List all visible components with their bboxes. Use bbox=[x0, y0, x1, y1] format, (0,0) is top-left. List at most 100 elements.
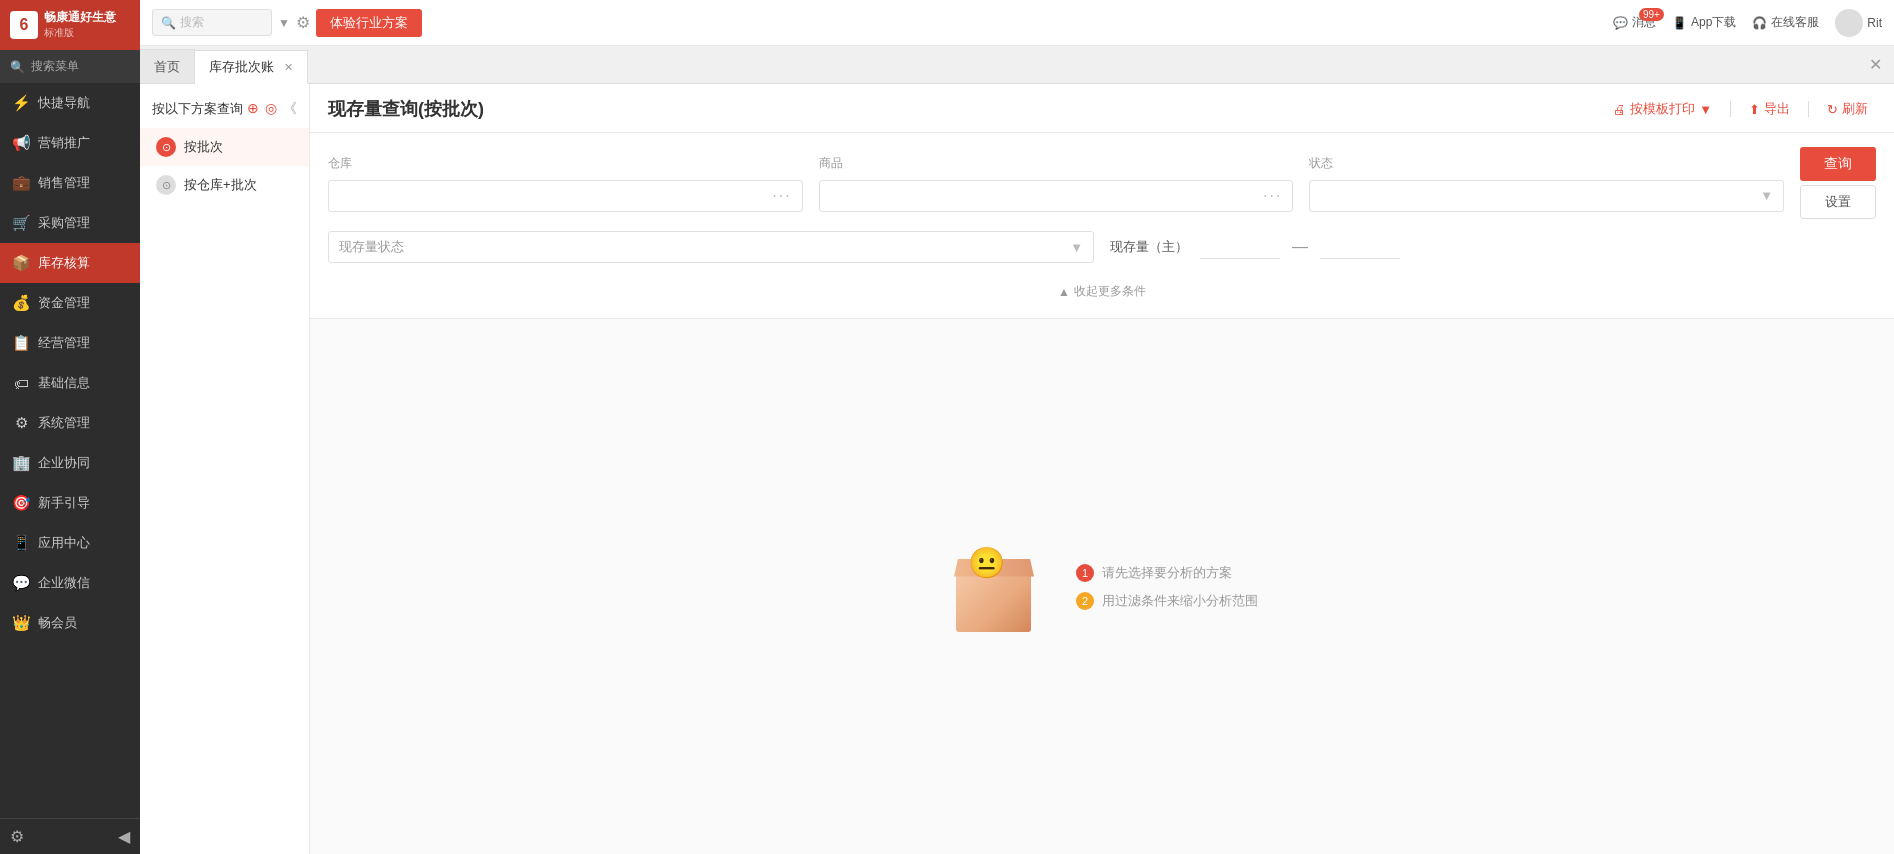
sidebar-item-marketing[interactable]: 📢 营销推广 bbox=[0, 123, 140, 163]
tab-batch-account[interactable]: 库存批次账 ✕ bbox=[195, 50, 308, 84]
plan-item-by-warehouse-batch[interactable]: ⊙ 按仓库+批次 bbox=[140, 166, 309, 204]
collapse-sidebar-icon[interactable]: ◀ bbox=[118, 827, 130, 846]
enterprise-wechat-icon: 💬 bbox=[12, 574, 30, 592]
export-icon: ⬆ bbox=[1749, 102, 1760, 117]
filter-area: 仓库 ··· 商品 ··· 状态 bbox=[310, 133, 1894, 319]
main-area: 🔍 搜索 ▼ ⚙ 体验行业方案 💬 消息 99+ 📱 App下载 🎧 在线客服 bbox=[140, 0, 1894, 854]
empty-hints: 1 请先选择要分析的方案 2 用过滤条件来缩小分析范围 bbox=[1076, 564, 1258, 610]
tab-batch-account-label: 库存批次账 bbox=[209, 58, 274, 76]
filter-row-1: 仓库 ··· 商品 ··· 状态 bbox=[328, 147, 1876, 219]
collapse-up-icon: ▲ bbox=[1058, 285, 1070, 299]
status-select[interactable]: ▼ bbox=[1309, 180, 1784, 212]
sidebar-item-label: 基础信息 bbox=[38, 374, 90, 392]
refresh-btn[interactable]: ↻ 刷新 bbox=[1819, 96, 1876, 122]
empty-hint-2: 2 用过滤条件来缩小分析范围 bbox=[1076, 592, 1258, 610]
sidebar-item-quick-nav[interactable]: ⚡ 快捷导航 bbox=[0, 83, 140, 123]
sidebar-item-operations[interactable]: 📋 经营管理 bbox=[0, 323, 140, 363]
print-template-btn[interactable]: 🖨 按模板打印 ▼ bbox=[1605, 96, 1720, 122]
product-input[interactable]: ··· bbox=[819, 180, 1294, 212]
filter-row-2: 现存量状态 ▼ 现存量（主） — bbox=[328, 231, 1876, 263]
action-divider-2 bbox=[1808, 101, 1809, 117]
sidebar-item-members[interactable]: 👑 畅会员 bbox=[0, 603, 140, 643]
messages-btn[interactable]: 💬 消息 99+ bbox=[1613, 14, 1656, 31]
inventory-qty-max-input[interactable] bbox=[1320, 235, 1400, 259]
warehouse-input[interactable]: ··· bbox=[328, 180, 803, 212]
sidebar: 6 畅康通好生意 标准版 🔍 搜索菜单 ⚡ 快捷导航 📢 营销推广 💼 销售管理… bbox=[0, 0, 140, 854]
system-icon: ⚙ bbox=[12, 414, 30, 432]
sidebar-item-enterprise[interactable]: 🏢 企业协同 bbox=[0, 443, 140, 483]
sidebar-search-label: 搜索菜单 bbox=[31, 58, 79, 75]
username: Rit bbox=[1867, 16, 1882, 30]
print-dropdown-icon: ▼ bbox=[1699, 102, 1712, 117]
topbar-left: 🔍 搜索 ▼ ⚙ 体验行业方案 bbox=[152, 9, 1605, 37]
sidebar-footer: ⚙ ◀ bbox=[0, 818, 140, 854]
sidebar-item-enterprise-wechat[interactable]: 💬 企业微信 bbox=[0, 563, 140, 603]
inventory-status-select[interactable]: 现存量状态 ▼ bbox=[328, 231, 1094, 263]
settings-footer-icon[interactable]: ⚙ bbox=[10, 827, 24, 846]
app-download-btn[interactable]: 📱 App下载 bbox=[1672, 14, 1736, 31]
settings-btn[interactable]: 设置 bbox=[1800, 185, 1876, 219]
sidebar-item-inventory[interactable]: 📦 库存核算 bbox=[0, 243, 140, 283]
plan-settings-icon[interactable]: ◎ bbox=[265, 100, 277, 118]
inventory-status-filter-group: 现存量状态 ▼ bbox=[328, 231, 1094, 263]
tabbar: 首页 库存批次账 ✕ ✕ bbox=[140, 46, 1894, 84]
sidebar-item-label: 采购管理 bbox=[38, 214, 90, 232]
status-label: 状态 bbox=[1309, 155, 1784, 172]
content-area: 按以下方案查询 ⊕ ◎ 《 ⊙ 按批次 ⊙ 按仓库+批次 bbox=[140, 84, 1894, 854]
collapse-more-btn[interactable]: ▲ 收起更多条件 bbox=[328, 275, 1876, 304]
query-btn[interactable]: 查询 bbox=[1800, 147, 1876, 181]
topbar-settings-icon[interactable]: ⚙ bbox=[296, 13, 310, 32]
tab-home[interactable]: 首页 bbox=[140, 49, 195, 83]
app-download-label: App下载 bbox=[1691, 14, 1736, 31]
inventory-qty-min-input[interactable] bbox=[1200, 235, 1280, 259]
app-version: 标准版 bbox=[44, 26, 116, 40]
online-service-btn[interactable]: 🎧 在线客服 bbox=[1752, 14, 1819, 31]
collapse-left-icon[interactable]: 《 bbox=[283, 100, 297, 118]
user-area[interactable]: Rit bbox=[1835, 9, 1882, 37]
sidebar-item-label: 企业协同 bbox=[38, 454, 90, 472]
status-dropdown-icon: ▼ bbox=[1760, 188, 1773, 203]
sidebar-item-sales[interactable]: 💼 销售管理 bbox=[0, 163, 140, 203]
hint-num-2: 2 bbox=[1076, 592, 1094, 610]
sidebar-item-purchase[interactable]: 🛒 采购管理 bbox=[0, 203, 140, 243]
plan-label-batch: 按批次 bbox=[184, 138, 223, 156]
sidebar-item-finance[interactable]: 💰 资金管理 bbox=[0, 283, 140, 323]
tab-home-label: 首页 bbox=[154, 58, 180, 76]
left-panel: 按以下方案查询 ⊕ ◎ 《 ⊙ 按批次 ⊙ 按仓库+批次 bbox=[140, 84, 310, 854]
topbar-search-text: 搜索 bbox=[180, 14, 204, 31]
sidebar-item-label: 经营管理 bbox=[38, 334, 90, 352]
sidebar-search[interactable]: 🔍 搜索菜单 bbox=[0, 50, 140, 83]
search-icon: 🔍 bbox=[10, 60, 25, 74]
finance-icon: 💰 bbox=[12, 294, 30, 312]
sidebar-header: 6 畅康通好生意 标准版 bbox=[0, 0, 140, 50]
query-action-group: 查询 设置 bbox=[1800, 147, 1876, 219]
tab-panel-close-icon[interactable]: ✕ bbox=[1857, 45, 1894, 83]
tab-close-icon[interactable]: ✕ bbox=[284, 61, 293, 74]
topbar-dropdown-icon[interactable]: ▼ bbox=[278, 16, 290, 30]
sidebar-item-system[interactable]: ⚙ 系统管理 bbox=[0, 403, 140, 443]
print-label: 按模板打印 bbox=[1630, 100, 1695, 118]
experience-btn[interactable]: 体验行业方案 bbox=[316, 9, 422, 37]
sidebar-item-basic[interactable]: 🏷 基础信息 bbox=[0, 363, 140, 403]
export-btn[interactable]: ⬆ 导出 bbox=[1741, 96, 1798, 122]
app-logo: 6 bbox=[10, 11, 38, 39]
warehouse-more-icon: ··· bbox=[772, 187, 791, 205]
page-header: 现存量查询(按批次) 🖨 按模板打印 ▼ ⬆ 导出 ↻ 刷 bbox=[310, 84, 1894, 133]
plan-item-by-batch[interactable]: ⊙ 按批次 bbox=[140, 128, 309, 166]
warehouse-filter-group: 仓库 ··· bbox=[328, 155, 803, 212]
quick-nav-icon: ⚡ bbox=[12, 94, 30, 112]
refresh-label: 刷新 bbox=[1842, 100, 1868, 118]
left-panel-title: 按以下方案查询 bbox=[152, 100, 243, 118]
inventory-status-label: 现存量状态 bbox=[339, 238, 1064, 256]
sidebar-item-label: 畅会员 bbox=[38, 614, 77, 632]
topbar-search-box[interactable]: 🔍 搜索 bbox=[152, 9, 272, 36]
add-plan-icon[interactable]: ⊕ bbox=[247, 100, 259, 118]
page-title: 现存量查询(按批次) bbox=[328, 97, 484, 121]
sidebar-item-label: 营销推广 bbox=[38, 134, 90, 152]
sidebar-item-newbie[interactable]: 🎯 新手引导 bbox=[0, 483, 140, 523]
content-wrapper: 现存量查询(按批次) 🖨 按模板打印 ▼ ⬆ 导出 ↻ 刷 bbox=[310, 84, 1894, 854]
sidebar-item-label: 库存核算 bbox=[38, 254, 90, 272]
warehouse-label: 仓库 bbox=[328, 155, 803, 172]
sidebar-item-app-center[interactable]: 📱 应用中心 bbox=[0, 523, 140, 563]
sidebar-item-label: 快捷导航 bbox=[38, 94, 90, 112]
